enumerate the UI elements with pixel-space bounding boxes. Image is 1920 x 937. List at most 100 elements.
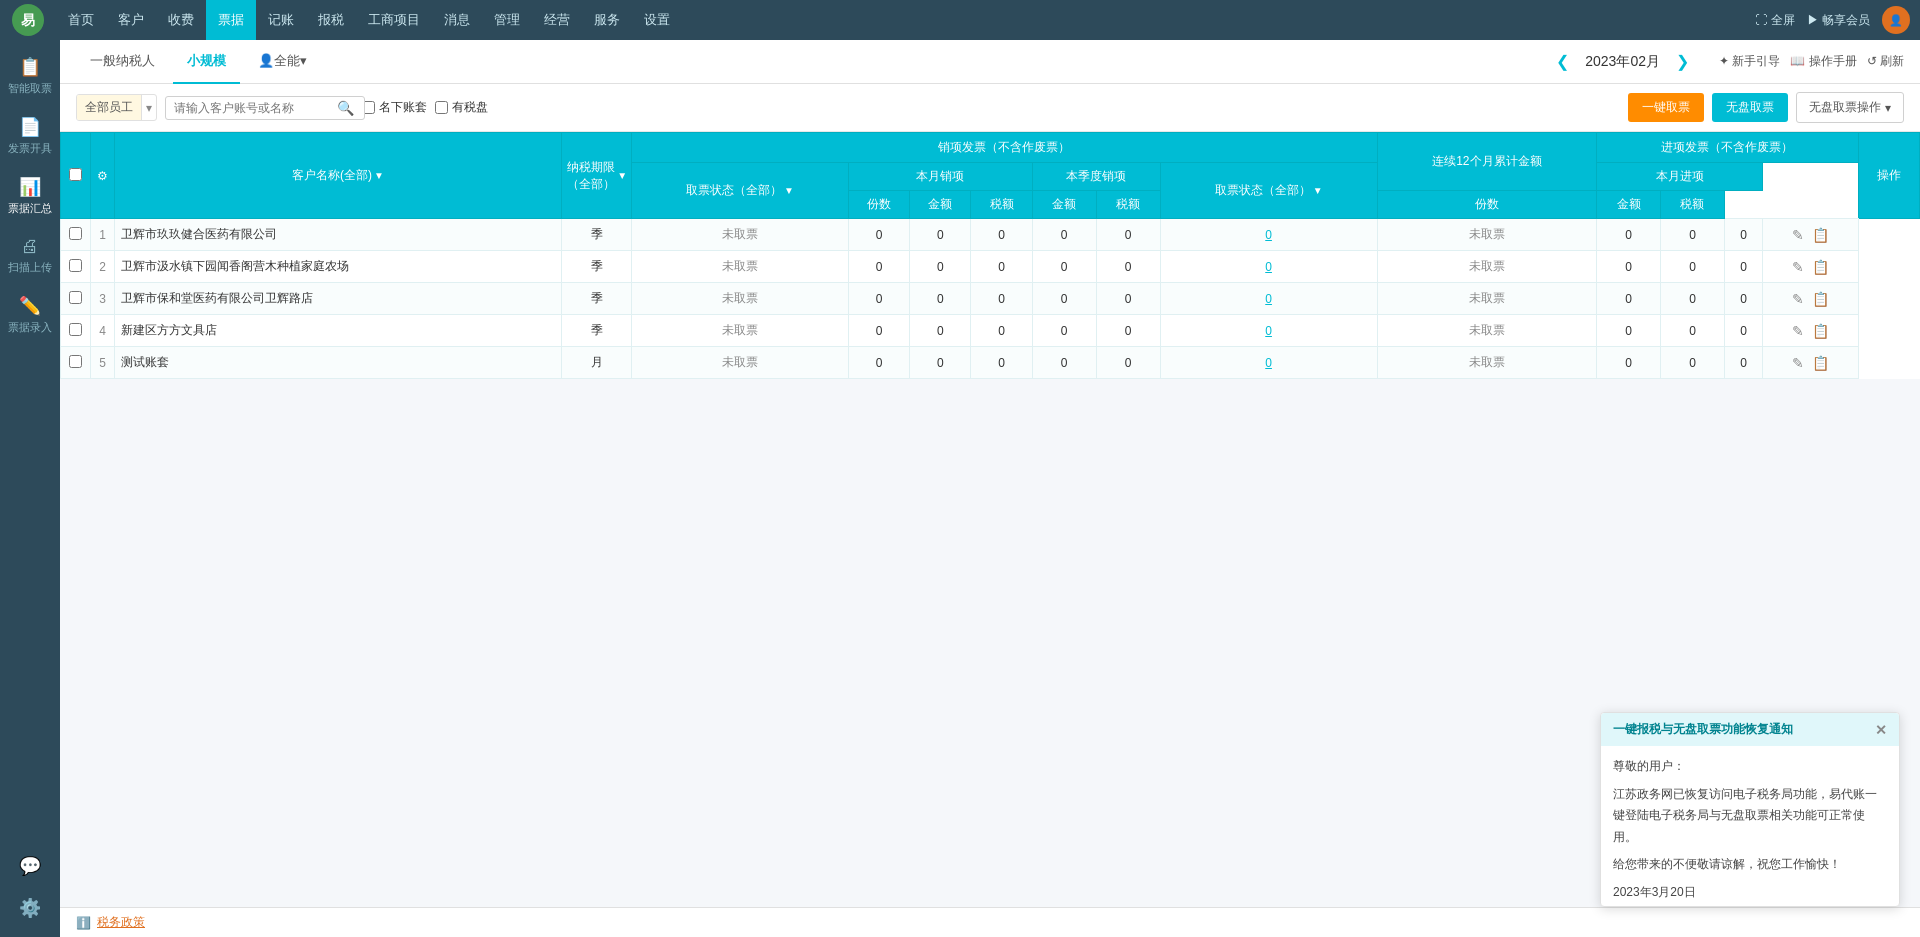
tab-general-taxpayer[interactable]: 一般纳税人 <box>76 40 169 84</box>
logo[interactable]: 易 <box>10 2 46 38</box>
table-header-group-row: ⚙ 客户名称(全部) ▼ 纳税期限（全部） ▼ <box>61 133 1920 163</box>
row-jin-jin-4: 0 <box>1661 347 1725 379</box>
new-guide-btn[interactable]: ✦ ✦ 新手引导新手引导 <box>1719 53 1780 70</box>
row-xiao-ji-shui-4: 0 <box>1096 347 1160 379</box>
nav-item-service[interactable]: 服务 <box>582 0 632 40</box>
detail-icon-3[interactable]: 📋 <box>1812 323 1829 339</box>
no-disk-take-btn[interactable]: 无盘取票 <box>1712 93 1788 122</box>
tab-all[interactable]: 👤 全能 ▾ <box>244 40 321 84</box>
sidebar-item-settings-bottom[interactable]: ⚙️ <box>15 889 45 927</box>
row-checkbox-3[interactable] <box>61 315 91 347</box>
row-xiao-shui-1: 0 <box>971 251 1032 283</box>
nav-item-business[interactable]: 工商项目 <box>356 0 432 40</box>
edit-icon-1[interactable]: ✎ <box>1792 259 1804 275</box>
nav-item-customer[interactable]: 客户 <box>106 0 156 40</box>
invoice-issue-icon: 📄 <box>19 116 41 138</box>
row-xiao-ji-shui-2: 0 <box>1096 283 1160 315</box>
tax-policy-link[interactable]: 税务政策 <box>97 914 145 931</box>
sidebar-item-invoice-issue[interactable]: 📄 发票开具 <box>0 108 60 164</box>
all-tab-chevron: ▾ <box>300 53 307 68</box>
sidebar-item-chat[interactable]: 💬 <box>15 847 45 885</box>
row-xiao-status-3: 未取票 <box>632 315 849 347</box>
jin-status-filter-icon[interactable]: ▼ <box>1313 185 1323 196</box>
select-all-checkbox[interactable] <box>69 168 82 181</box>
th-jin-month-tax: 税额 <box>1661 191 1725 219</box>
info-icon: ℹ️ <box>76 916 91 930</box>
row-checkbox-4[interactable] <box>61 347 91 379</box>
row-jin-fen-0: 0 <box>1597 219 1661 251</box>
nav-item-home[interactable]: 首页 <box>56 0 106 40</box>
row-xiao-fen-0: 0 <box>849 219 910 251</box>
detail-icon-1[interactable]: 📋 <box>1812 259 1829 275</box>
xiao-status-filter-icon[interactable]: ▼ <box>784 185 794 196</box>
edit-icon-2[interactable]: ✎ <box>1792 291 1804 307</box>
row-xiao-ji-jin-4: 0 <box>1032 347 1096 379</box>
row-xiao-status-1: 未取票 <box>632 251 849 283</box>
row-xiao-12-2: 0 <box>1160 283 1377 315</box>
nav-item-bookkeeping[interactable]: 记账 <box>256 0 306 40</box>
checkbox-my-accounts[interactable]: 名下账套 <box>362 99 427 116</box>
month-prev-btn[interactable]: ❮ <box>1550 50 1575 73</box>
dropdown-chevron-icon: ▾ <box>1885 101 1891 115</box>
notification-header: 一键报税与无盘取票功能恢复通知 ✕ <box>1601 713 1899 746</box>
sidebar-item-scan-upload[interactable]: 🖨 扫描上传 <box>0 228 60 283</box>
sub-tabs: 一般纳税人 小规模 👤 全能 ▾ ❮ 2023年02月 ❯ ✦ ✦ 新手引导新手… <box>60 40 1920 84</box>
top-nav-right: ⛶ 全屏 ▶ 畅享会员 👤 <box>1755 6 1910 34</box>
refresh-btn[interactable]: ↺ 刷新 <box>1867 53 1904 70</box>
row-checkbox-0[interactable] <box>61 219 91 251</box>
edit-icon-3[interactable]: ✎ <box>1792 323 1804 339</box>
edit-icon-0[interactable]: ✎ <box>1792 227 1804 243</box>
user-avatar[interactable]: 👤 <box>1882 6 1910 34</box>
row-checkbox-2[interactable] <box>61 283 91 315</box>
scan-upload-icon: 🖨 <box>21 236 39 257</box>
row-jin-fen-3: 0 <box>1597 315 1661 347</box>
nav-item-settings[interactable]: 设置 <box>632 0 682 40</box>
detail-icon-2[interactable]: 📋 <box>1812 291 1829 307</box>
th-jin-month: 本月进项 <box>1597 163 1763 191</box>
detail-icon-0[interactable]: 📋 <box>1812 227 1829 243</box>
row-period-2: 季 <box>562 283 632 315</box>
checkbox-taxdisk-input[interactable] <box>435 101 448 114</box>
nav-item-ticket[interactable]: 票据 <box>206 0 256 40</box>
period-filter-icon[interactable]: ▼ <box>617 170 627 181</box>
sidebar-item-ticket-summary[interactable]: 📊 票据汇总 <box>0 168 60 224</box>
member-btn[interactable]: ▶ 畅享会员 <box>1807 12 1870 29</box>
chat-icon: 💬 <box>19 855 41 877</box>
row-name-1: 卫辉市汲水镇下园闻香阁营木种植家庭农场 <box>115 251 562 283</box>
search-button[interactable]: 🔍 <box>337 100 354 116</box>
notification-close-btn[interactable]: ✕ <box>1875 722 1887 738</box>
row-xiao-fen-3: 0 <box>849 315 910 347</box>
row-jin-shui-4: 0 <box>1724 347 1762 379</box>
sidebar-item-ticket-entry[interactable]: ✏️ 票据录入 <box>0 287 60 343</box>
row-xiao-ji-jin-3: 0 <box>1032 315 1096 347</box>
search-input[interactable] <box>165 96 365 120</box>
nav-item-operation[interactable]: 经营 <box>532 0 582 40</box>
notification-panel: 一键报税与无盘取票功能恢复通知 ✕ 尊敬的用户： 江苏政务网已恢复访问电子税务局… <box>1600 712 1900 907</box>
settings-icon[interactable]: ⚙ <box>97 169 108 183</box>
row-xiao-ji-jin-1: 0 <box>1032 251 1096 283</box>
th-checkbox <box>61 133 91 219</box>
sidebar-item-smart-ticket[interactable]: 📋 智能取票 <box>0 48 60 104</box>
table-row: 2 卫辉市汲水镇下园闻香阁营木种植家庭农场 季 未取票 0 0 0 0 0 0 … <box>61 251 1920 283</box>
nav-item-message[interactable]: 消息 <box>432 0 482 40</box>
month-next-btn[interactable]: ❯ <box>1670 50 1695 73</box>
row-jin-status-2: 未取票 <box>1377 283 1597 315</box>
one-key-take-btn[interactable]: 一键取票 <box>1628 93 1704 122</box>
row-period-4: 月 <box>562 347 632 379</box>
tab-small-scale[interactable]: 小规模 <box>173 40 240 84</box>
edit-icon-4[interactable]: ✎ <box>1792 355 1804 371</box>
manual-btn[interactable]: 📖 操作手册 <box>1790 53 1856 70</box>
row-checkbox-1[interactable] <box>61 251 91 283</box>
no-disk-ops-btn[interactable]: 无盘取票操作 ▾ <box>1796 92 1904 123</box>
th-xiao-quarter-amount: 金额 <box>1032 191 1096 219</box>
row-xiao-12-1: 0 <box>1160 251 1377 283</box>
nav-item-management[interactable]: 管理 <box>482 0 532 40</box>
customer-filter-icon[interactable]: ▼ <box>374 170 384 181</box>
top-nav: 易 首页 客户 收费 票据 记账 报税 工商项目 消息 管理 经营 <box>0 0 1920 40</box>
checkbox-has-taxdisk[interactable]: 有税盘 <box>435 99 488 116</box>
row-num-0: 1 <box>91 219 115 251</box>
detail-icon-4[interactable]: 📋 <box>1812 355 1829 371</box>
nav-item-tax[interactable]: 报税 <box>306 0 356 40</box>
nav-item-fee[interactable]: 收费 <box>156 0 206 40</box>
fullscreen-btn[interactable]: ⛶ 全屏 <box>1755 12 1794 29</box>
